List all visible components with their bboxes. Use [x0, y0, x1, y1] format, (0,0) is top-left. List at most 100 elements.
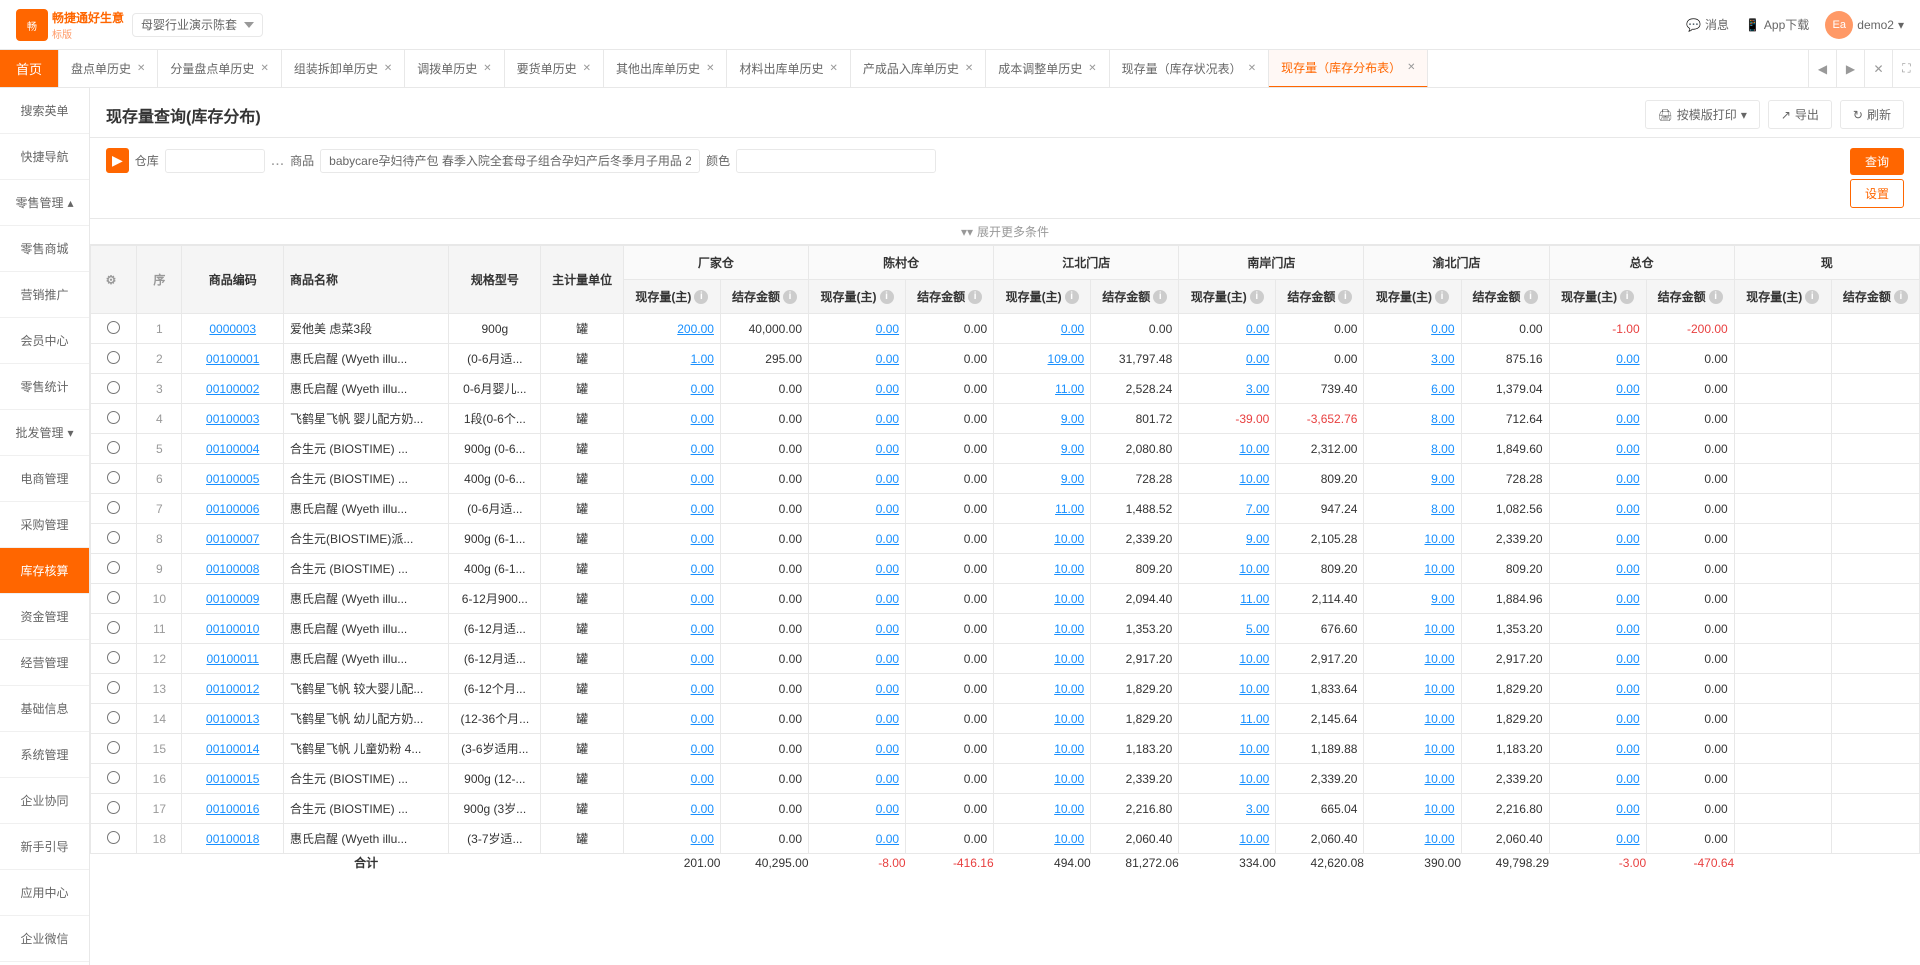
sidebar-item-search[interactable]: 搜索英单: [0, 88, 89, 134]
expand-more-bar[interactable]: ▾▾ 展开更多条件: [90, 219, 1920, 245]
export-btn[interactable]: ↗ 导出: [1768, 100, 1832, 129]
close-icon[interactable]: ✕: [260, 63, 268, 74]
row-radio[interactable]: [91, 614, 137, 644]
tab-assembly-history[interactable]: 组装拆卸单历史 ✕: [282, 50, 405, 88]
tab-transfer-history[interactable]: 调拨单历史 ✕: [405, 50, 504, 88]
sum-total-qty: -3.00: [1549, 854, 1646, 872]
row-radio[interactable]: [91, 764, 137, 794]
print-btn[interactable]: 🖨 按模版打印 ▾: [1645, 100, 1760, 129]
search-btn[interactable]: 查询: [1850, 148, 1904, 175]
row-radio[interactable]: [91, 434, 137, 464]
row-radio[interactable]: [91, 464, 137, 494]
row-radio[interactable]: [91, 524, 137, 554]
row-unit: 罐: [541, 464, 623, 494]
row-cur-qty: [1734, 674, 1831, 704]
close-icon[interactable]: ✕: [137, 63, 145, 74]
warehouse-dots-btn[interactable]: ...: [271, 152, 284, 170]
warehouse-input[interactable]: [165, 149, 265, 173]
row-index: 13: [137, 674, 182, 704]
close-icon[interactable]: ✕: [384, 63, 392, 74]
tab-other-out-history[interactable]: 其他出库单历史 ✕: [604, 50, 727, 88]
industry-select[interactable]: 母婴行业演示陈套: [132, 13, 263, 37]
nav-close-all-btn[interactable]: ✕: [1864, 50, 1892, 88]
tab-inventory-history[interactable]: 盘点单历史 ✕: [59, 50, 158, 88]
th-settings[interactable]: ⚙: [91, 246, 137, 314]
row-w2-amt: 0.00: [906, 314, 994, 344]
sidebar-item-marketing[interactable]: 营销推广: [0, 272, 89, 318]
row-cur-qty: [1734, 314, 1831, 344]
nav-next-btn[interactable]: ▶: [1836, 50, 1864, 88]
close-icon[interactable]: ✕: [706, 63, 714, 74]
row-w2-amt: 0.00: [906, 344, 994, 374]
row-total-amt: 0.00: [1646, 644, 1734, 674]
tab-product-in-history[interactable]: 产成品入库单历史 ✕: [851, 50, 986, 88]
sidebar-item-retail-stats[interactable]: 零售统计: [0, 364, 89, 410]
row-w4-qty: 3.00: [1179, 374, 1276, 404]
sidebar-item-retail-manage[interactable]: 零售管理 ▴: [0, 180, 89, 226]
sidebar-item-guide[interactable]: 新手引导: [0, 824, 89, 870]
user-area[interactable]: Ea demo2 ▾: [1825, 11, 1904, 39]
row-radio[interactable]: [91, 374, 137, 404]
setting-btn[interactable]: 设置: [1850, 179, 1904, 208]
sidebar-item-app-center[interactable]: 应用中心: [0, 870, 89, 916]
row-index: 9: [137, 554, 182, 584]
color-input[interactable]: [736, 149, 936, 173]
sidebar-item-wechat[interactable]: 企业微信: [0, 916, 89, 962]
row-radio[interactable]: [91, 674, 137, 704]
tab-portion-history[interactable]: 分量盘点单历史 ✕: [158, 50, 281, 88]
row-unit: 罐: [541, 314, 623, 344]
row-w4-qty: 9.00: [1179, 524, 1276, 554]
close-icon[interactable]: ✕: [583, 63, 591, 74]
tab-requisition-history[interactable]: 要货单历史 ✕: [505, 50, 604, 88]
row-radio[interactable]: [91, 794, 137, 824]
close-icon[interactable]: ✕: [829, 63, 837, 74]
message-btn[interactable]: 💬 消息: [1686, 16, 1729, 33]
filter-expand-icon[interactable]: ▶: [106, 148, 129, 173]
row-radio[interactable]: [91, 314, 137, 344]
table-row: 10 00100009 惠氏启醒 (Wyeth illu... 6-12月900…: [91, 584, 1920, 614]
th-w2-amt: 结存金额i: [906, 280, 994, 314]
th-w2-qty: 现存量(主)i: [809, 280, 906, 314]
sidebar-item-purchase[interactable]: 采购管理: [0, 502, 89, 548]
sidebar-item-ecommerce[interactable]: 电商管理: [0, 456, 89, 502]
tab-stock-distribution[interactable]: 现存量（库存分布表） ✕: [1269, 50, 1428, 88]
row-radio[interactable]: [91, 734, 137, 764]
sidebar-item-basic-info[interactable]: 基础信息: [0, 686, 89, 732]
close-icon[interactable]: ✕: [1407, 62, 1415, 73]
table-row: 13 00100012 飞鹤星飞帆 较大婴儿配... (6-12个月... 罐 …: [91, 674, 1920, 704]
sidebar-item-quick-nav[interactable]: 快捷导航: [0, 134, 89, 180]
refresh-btn[interactable]: ↻ 刷新: [1840, 100, 1904, 129]
row-radio[interactable]: [91, 494, 137, 524]
row-radio[interactable]: [91, 824, 137, 854]
sidebar-item-inventory[interactable]: 库存核算: [0, 548, 89, 594]
product-input[interactable]: [320, 149, 700, 173]
sidebar-item-finance[interactable]: 资金管理: [0, 594, 89, 640]
close-icon[interactable]: ✕: [1248, 63, 1256, 74]
close-icon[interactable]: ✕: [965, 63, 973, 74]
sidebar-item-wholesale[interactable]: 批发管理 ▾: [0, 410, 89, 456]
tab-stock-status[interactable]: 现存量（库存状况表） ✕: [1110, 50, 1269, 88]
row-w2-amt: 0.00: [906, 434, 994, 464]
row-w4-amt: 0.00: [1276, 344, 1364, 374]
tab-home[interactable]: 首页: [0, 50, 59, 88]
row-radio[interactable]: [91, 404, 137, 434]
sidebar-item-member[interactable]: 会员中心: [0, 318, 89, 364]
sidebar-item-operations[interactable]: 经营管理: [0, 640, 89, 686]
table-container[interactable]: ⚙ 序 商品编码 商品名称 规格型号 主计量单位 厂家仓 陈村仓 江北门店 南岸…: [90, 245, 1920, 965]
tab-cost-adjust-history[interactable]: 成本调整单历史 ✕: [986, 50, 1109, 88]
sidebar-item-retail-mall[interactable]: 零售商城: [0, 226, 89, 272]
close-icon[interactable]: ✕: [1088, 63, 1096, 74]
row-radio[interactable]: [91, 584, 137, 614]
nav-prev-btn[interactable]: ◀: [1808, 50, 1836, 88]
nav-maximize-btn[interactable]: ⛶: [1892, 50, 1920, 88]
close-icon[interactable]: ✕: [483, 63, 491, 74]
row-radio[interactable]: [91, 644, 137, 674]
row-cur-amt: [1831, 374, 1919, 404]
sidebar-item-system[interactable]: 系统管理: [0, 732, 89, 778]
row-radio[interactable]: [91, 344, 137, 374]
app-download-btn[interactable]: 📱 App下载: [1745, 16, 1809, 33]
row-radio[interactable]: [91, 704, 137, 734]
sidebar-item-collab[interactable]: 企业协同: [0, 778, 89, 824]
row-radio[interactable]: [91, 554, 137, 584]
tab-material-out-history[interactable]: 材料出库单历史 ✕: [727, 50, 850, 88]
